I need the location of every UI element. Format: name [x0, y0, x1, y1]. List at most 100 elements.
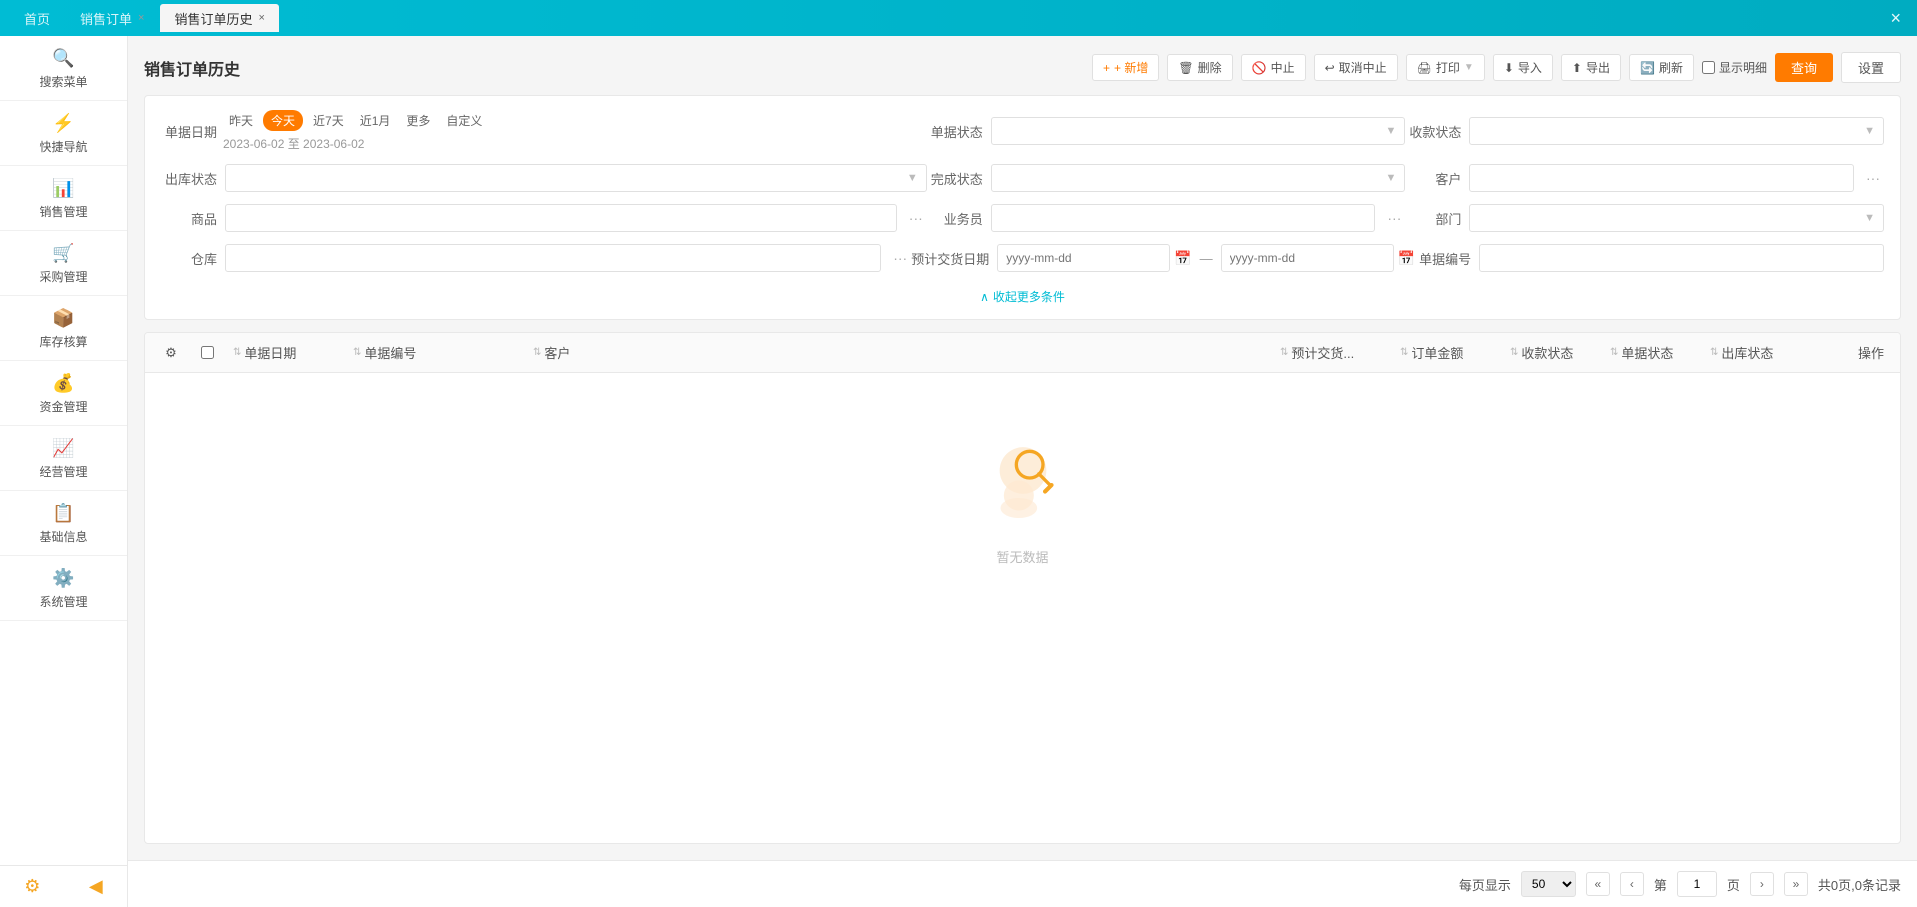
bill-status-select[interactable]: ▼ — [991, 117, 1406, 145]
export-button[interactable]: ⬆ 导出 — [1561, 54, 1621, 81]
sidebar-item-search[interactable]: 🔍 搜索菜单 — [0, 36, 127, 101]
th-settings[interactable]: ⚙ — [153, 345, 189, 361]
show-detail-checkbox[interactable] — [1702, 61, 1715, 74]
page-title: 销售订单历史 — [144, 56, 240, 80]
last-page-btn[interactable]: » — [1784, 872, 1808, 896]
sidebar-item-inventory[interactable]: 📦 库存核算 — [0, 296, 127, 361]
window-close-btn[interactable]: × — [1884, 6, 1907, 31]
collapse-btn[interactable]: ∧ 收起更多条件 — [161, 284, 1884, 305]
refresh-button[interactable]: 🔄 刷新 — [1629, 54, 1694, 81]
delete-label: 删除 — [1198, 59, 1222, 76]
setting-button[interactable]: 设置 — [1841, 52, 1901, 83]
delivery-start-input[interactable] — [997, 244, 1170, 272]
date-opt-1month[interactable]: 近1月 — [354, 110, 397, 131]
delivery-end-input[interactable] — [1221, 244, 1394, 272]
th-sort-status-icon: ⇅ — [1610, 347, 1618, 358]
page-number-input[interactable] — [1677, 871, 1717, 897]
page-label-suffix: 页 — [1727, 875, 1740, 894]
pagination-bar: 每页显示 50 10 20 100 « ‹ 第 页 › » 共0页,0条记录 — [128, 860, 1917, 907]
dept-select[interactable]: ▼ — [1469, 204, 1884, 232]
order-no-input[interactable] — [1479, 244, 1884, 272]
sidebar: 🔍 搜索菜单 ⚡ 快捷导航 📊 销售管理 🛒 采购管理 📦 库存核算 💰 资金管… — [0, 36, 128, 907]
sidebar-item-quick-nav[interactable]: ⚡ 快捷导航 — [0, 101, 127, 166]
tab-sales-order-close[interactable]: × — [138, 12, 144, 24]
th-date: ⇅ 单据日期 — [225, 343, 345, 362]
delivery-start-cal-icon[interactable]: 📅 — [1174, 250, 1191, 267]
tab-bar: 首页 销售订单 × 销售订单历史 × — [10, 4, 1884, 32]
new-button[interactable]: + + 新增 — [1092, 54, 1159, 81]
filter-row-4: 仓库 ··· 预计交货日期 📅 — 📅 — [161, 244, 1884, 272]
import-button[interactable]: ⬇ 导入 — [1493, 54, 1553, 81]
filter-complete-status: 完成状态 ▼ — [927, 164, 1406, 192]
date-opt-custom[interactable]: 自定义 — [440, 110, 488, 131]
filter-stock-status: 出库状态 ▼ — [161, 164, 927, 192]
filter-row-2: 出库状态 ▼ 完成状态 ▼ 客户 — [161, 164, 1884, 192]
per-page-select[interactable]: 50 10 20 100 — [1521, 871, 1576, 897]
goods-input[interactable] — [225, 204, 897, 232]
date-opt-yesterday[interactable]: 昨天 — [223, 110, 259, 131]
empty-illustration — [973, 433, 1073, 533]
customer-input[interactable] — [1469, 164, 1854, 192]
purchase-icon: 🛒 — [52, 243, 74, 264]
date-opt-7days[interactable]: 近7天 — [307, 110, 350, 131]
date-options: 昨天 今天 近7天 近1月 更多 自定义 — [223, 110, 927, 131]
basic-info-icon: 📋 — [52, 503, 74, 524]
top-bar-right: × — [1884, 6, 1907, 31]
delete-button[interactable]: 🗑 删除 — [1167, 54, 1232, 81]
print-button[interactable]: 🖨 打印 ▼ — [1406, 54, 1485, 81]
tab-sales-history[interactable]: 销售订单历史 × — [160, 4, 278, 32]
collect-status-select[interactable]: ▼ — [1469, 117, 1884, 145]
dept-arrow: ▼ — [1864, 212, 1875, 224]
tab-home-label: 首页 — [24, 9, 50, 28]
first-page-btn[interactable]: « — [1586, 872, 1610, 896]
th-action: 操作 — [1812, 343, 1892, 362]
bill-status-label: 单据状态 — [927, 122, 983, 141]
th-num: ⇅ 单据编号 — [345, 343, 525, 362]
tab-sales-history-close[interactable]: × — [258, 12, 264, 24]
tab-sales-order-label: 销售订单 — [80, 9, 132, 28]
goods-label: 商品 — [161, 209, 217, 228]
goods-more-btn[interactable]: ··· — [905, 210, 927, 226]
date-opt-more[interactable]: 更多 — [400, 110, 436, 131]
th-sort-num-icon: ⇅ — [353, 347, 361, 358]
tab-home[interactable]: 首页 — [10, 4, 64, 32]
prev-page-btn[interactable]: ‹ — [1620, 872, 1644, 896]
show-detail-checkbox-label[interactable]: 显示明细 — [1702, 59, 1767, 76]
date-label: 单据日期 — [161, 122, 217, 141]
delivery-end-cal-icon[interactable]: 📅 — [1398, 250, 1415, 267]
stock-status-select[interactable]: ▼ — [225, 164, 927, 192]
stop-button[interactable]: 🚫 中止 — [1241, 54, 1306, 81]
sidebar-collapse-btn[interactable]: ◀ — [89, 876, 103, 897]
sidebar-item-finance[interactable]: 💰 资金管理 — [0, 361, 127, 426]
sidebar-item-purchase[interactable]: 🛒 采购管理 — [0, 231, 127, 296]
collapse-label: 收起更多条件 — [993, 288, 1065, 305]
cancel-stop-label: 取消中止 — [1339, 59, 1387, 76]
sidebar-item-sales[interactable]: 📊 销售管理 — [0, 166, 127, 231]
sidebar-item-finance-label: 资金管理 — [39, 398, 87, 415]
select-all-checkbox[interactable] — [201, 346, 214, 359]
sidebar-item-operations[interactable]: 📈 经营管理 — [0, 426, 127, 491]
order-no-label: 单据编号 — [1415, 249, 1471, 268]
warehouse-input[interactable] — [225, 244, 881, 272]
operations-icon: 📈 — [52, 438, 74, 459]
query-button[interactable]: 查询 — [1775, 53, 1833, 82]
sidebar-item-system[interactable]: ⚙️ 系统管理 — [0, 556, 127, 621]
filter-collect-status: 收款状态 ▼ — [1405, 117, 1884, 145]
sidebar-settings-btn[interactable]: ⚙ — [24, 876, 40, 897]
toolbar: + + 新增 🗑 删除 🚫 中止 ↩ 取消中止 — [1092, 52, 1901, 83]
next-page-btn[interactable]: › — [1750, 872, 1774, 896]
sidebar-item-sales-label: 销售管理 — [39, 203, 87, 220]
warehouse-more-btn[interactable]: ··· — [889, 250, 911, 266]
tab-sales-order[interactable]: 销售订单 × — [66, 4, 158, 32]
sidebar-item-system-label: 系统管理 — [39, 593, 87, 610]
complete-status-select[interactable]: ▼ — [991, 164, 1406, 192]
th-sort-customer-icon: ⇅ — [533, 347, 541, 358]
sales-icon: 📊 — [52, 178, 74, 199]
th-check[interactable] — [189, 346, 225, 359]
cancel-stop-button[interactable]: ↩ 取消中止 — [1314, 54, 1398, 81]
salesperson-input[interactable] — [991, 204, 1376, 232]
sidebar-item-basic-info[interactable]: 📋 基础信息 — [0, 491, 127, 556]
salesperson-more-btn[interactable]: ··· — [1383, 210, 1405, 226]
date-opt-today[interactable]: 今天 — [263, 110, 303, 131]
customer-more-btn[interactable]: ··· — [1862, 170, 1884, 186]
